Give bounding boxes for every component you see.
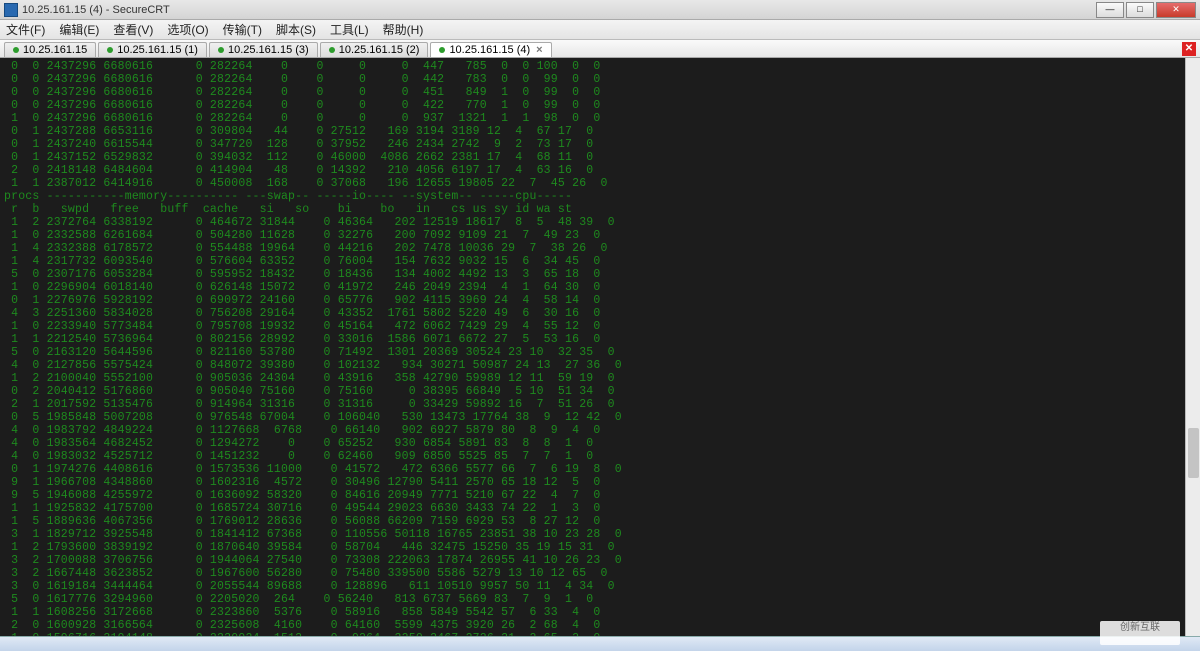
- close-tab-icon[interactable]: ×: [536, 44, 542, 56]
- tab-label: 10.25.161.15 (2): [339, 44, 420, 56]
- tab-label: 10.25.161.15: [23, 44, 87, 56]
- menu-tools[interactable]: 工具(L): [330, 21, 369, 38]
- status-dot-icon: [218, 47, 224, 53]
- menu-bar: 文件(F) 编辑(E) 查看(V) 选项(O) 传输(T) 脚本(S) 工具(L…: [0, 20, 1200, 40]
- status-dot-icon: [13, 47, 19, 53]
- session-tab-2[interactable]: 10.25.161.15 (3): [209, 42, 318, 57]
- tab-label: 10.25.161.15 (1): [117, 44, 198, 56]
- terminal-pane[interactable]: 0 0 2437296 6680616 0 282264 0 0 0 0 447…: [0, 58, 1200, 636]
- app-icon: [4, 3, 18, 17]
- minimize-button[interactable]: —: [1096, 2, 1124, 18]
- menu-help[interactable]: 帮助(H): [383, 21, 424, 38]
- session-tab-0[interactable]: 10.25.161.15: [4, 42, 96, 57]
- watermark: 创新互联: [1100, 621, 1180, 645]
- scrollbar-thumb[interactable]: [1188, 428, 1199, 478]
- menu-transfer[interactable]: 传输(T): [223, 21, 262, 38]
- close-all-tabs-icon[interactable]: ✕: [1182, 42, 1196, 56]
- window-buttons: — □ ✕: [1094, 2, 1196, 18]
- tab-bar: 10.25.161.15 10.25.161.15 (1) 10.25.161.15…: [0, 40, 1200, 58]
- tab-label: 10.25.161.15 (3): [228, 44, 309, 56]
- status-dot-icon: [107, 47, 113, 53]
- title-bar: 10.25.161.15 (4) - SecureCRT — □ ✕: [0, 0, 1200, 20]
- session-tab-4[interactable]: 10.25.161.15 (4) ×: [430, 42, 551, 57]
- vertical-scrollbar[interactable]: [1185, 58, 1200, 636]
- menu-edit[interactable]: 编辑(E): [59, 21, 99, 38]
- tab-label: 10.25.161.15 (4): [449, 44, 530, 56]
- tabs-container: 10.25.161.15 10.25.161.15 (1) 10.25.161.15…: [4, 42, 554, 57]
- status-dot-icon: [329, 47, 335, 53]
- windows-taskbar[interactable]: [0, 636, 1200, 651]
- terminal-output: 0 0 2437296 6680616 0 282264 0 0 0 0 447…: [0, 58, 1200, 636]
- session-tab-1[interactable]: 10.25.161.15 (1): [98, 42, 207, 57]
- session-tab-3[interactable]: 10.25.161.15 (2): [320, 42, 429, 57]
- menu-script[interactable]: 脚本(S): [276, 21, 316, 38]
- menu-file[interactable]: 文件(F): [6, 21, 45, 38]
- status-dot-icon: [439, 47, 445, 53]
- maximize-button[interactable]: □: [1126, 2, 1154, 18]
- menu-view[interactable]: 查看(V): [113, 21, 153, 38]
- menu-options[interactable]: 选项(O): [167, 21, 208, 38]
- close-button[interactable]: ✕: [1156, 2, 1196, 18]
- window-title: 10.25.161.15 (4) - SecureCRT: [22, 4, 1094, 16]
